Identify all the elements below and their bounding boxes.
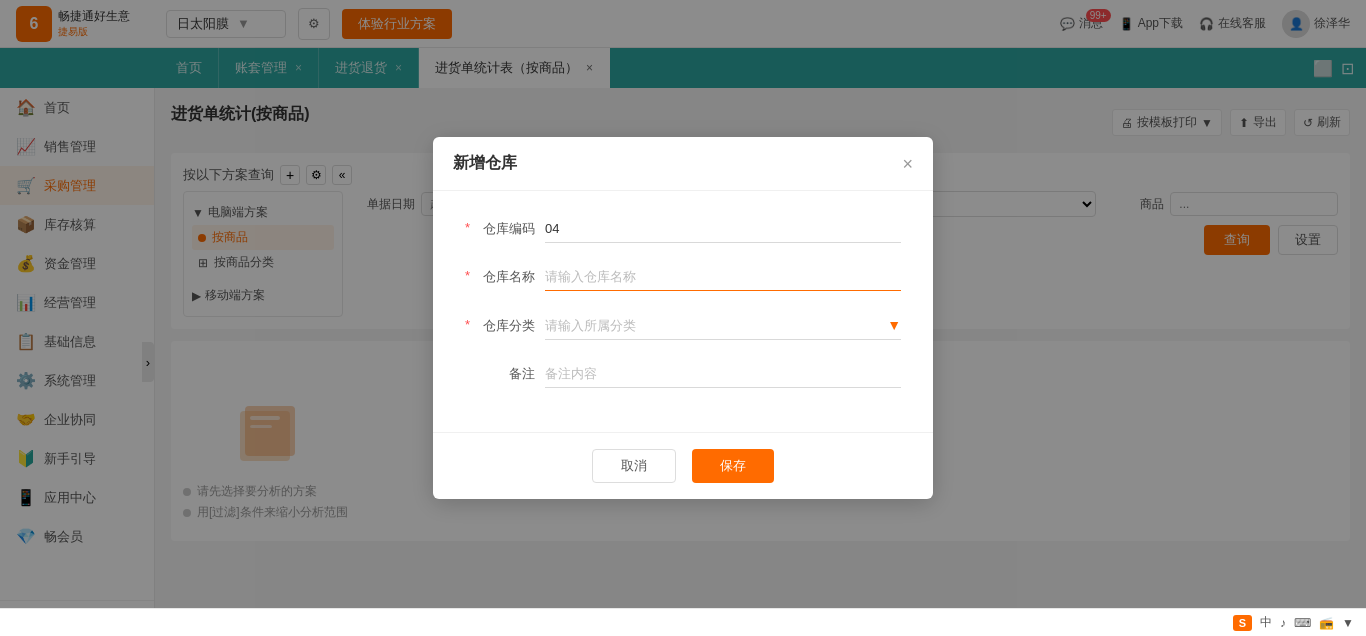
- dialog-header: 新增仓库 ×: [433, 137, 933, 191]
- sougou-icon: S: [1233, 615, 1252, 631]
- broadcast-icon[interactable]: 📻: [1319, 616, 1334, 630]
- audio-icon[interactable]: ♪: [1280, 616, 1286, 630]
- keyboard-icon[interactable]: ⌨: [1294, 616, 1311, 630]
- category-select[interactable]: 请输入所属分类: [545, 318, 887, 333]
- form-row-remark: 备注: [465, 360, 901, 388]
- form-row-name: 仓库名称: [465, 263, 901, 291]
- code-label: 仓库编码: [465, 220, 545, 238]
- statusbar: S 中 ♪ ⌨ 📻 ▼: [0, 608, 1366, 636]
- dialog-body: 仓库编码 仓库名称 仓库分类 请输入所属分类 ▼: [433, 191, 933, 432]
- name-label: 仓库名称: [465, 268, 545, 286]
- chinese-input-icon[interactable]: 中: [1260, 614, 1272, 631]
- warehouse-name-input[interactable]: [545, 263, 901, 291]
- category-label: 仓库分类: [465, 317, 545, 335]
- category-select-wrapper: 请输入所属分类 ▼: [545, 311, 901, 340]
- dialog-footer: 取消 保存: [433, 432, 933, 499]
- form-row-category: 仓库分类 请输入所属分类 ▼: [465, 311, 901, 340]
- remark-label: 备注: [465, 365, 545, 383]
- dialog-new-warehouse: 新增仓库 × 仓库编码 仓库名称 仓库分类: [433, 137, 933, 499]
- save-button[interactable]: 保存: [692, 449, 774, 483]
- modal-overlay: 新增仓库 × 仓库编码 仓库名称 仓库分类: [0, 0, 1366, 636]
- dialog-title: 新增仓库: [453, 153, 517, 174]
- cancel-button[interactable]: 取消: [592, 449, 676, 483]
- dialog-close-button[interactable]: ×: [902, 155, 913, 173]
- warehouse-remark-input[interactable]: [545, 360, 901, 388]
- more-icon[interactable]: ▼: [1342, 616, 1354, 630]
- form-row-code: 仓库编码: [465, 215, 901, 243]
- category-dropdown-arrow: ▼: [887, 317, 901, 333]
- warehouse-code-input[interactable]: [545, 215, 901, 243]
